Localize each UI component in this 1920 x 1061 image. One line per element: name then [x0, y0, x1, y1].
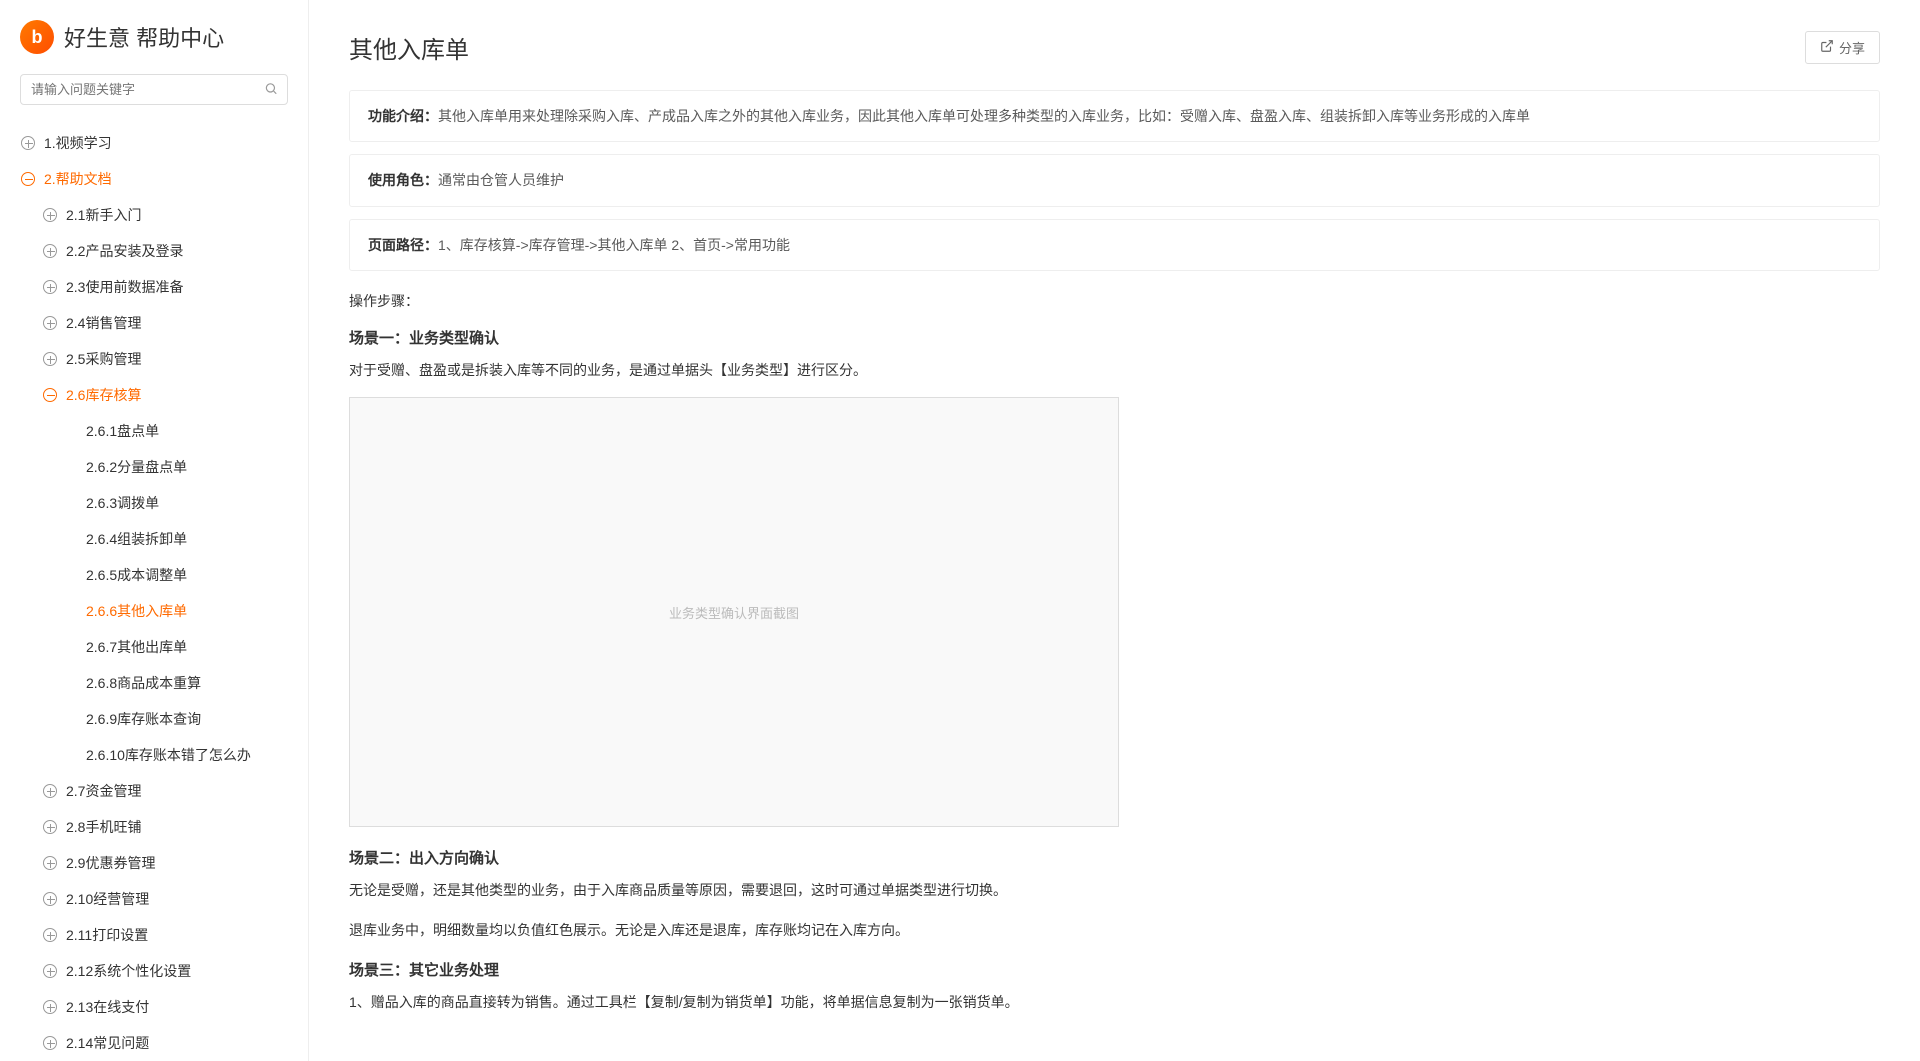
nav-item-label: 2.5采购管理	[66, 349, 141, 369]
nav-item[interactable]: 2.13在线支付	[20, 989, 308, 1025]
content-block: 操作步骤： 场景一：业务类型确认 对于受赠、盘盈或是拆装入库等不同的业务，是通过…	[349, 291, 1880, 1015]
search-icon[interactable]	[264, 81, 278, 98]
main-content: 其他入库单 分享 功能介绍：其他入库单用来处理除采购入库、产成品入库之外的其他入…	[309, 0, 1920, 1061]
intro-label: 功能介绍：	[368, 108, 438, 124]
nav-item[interactable]: 2.6.8商品成本重算	[20, 665, 308, 701]
collapse-icon	[42, 387, 58, 403]
expand-icon	[42, 279, 58, 295]
nav-item[interactable]: 2.11打印设置	[20, 917, 308, 953]
nav-item[interactable]: 2.14常见问题	[20, 1025, 308, 1061]
role-text: 通常由仓管人员维护	[438, 172, 564, 188]
nav-item-label: 2.4销售管理	[66, 313, 141, 333]
nav-item-label: 2.14常见问题	[66, 1033, 149, 1053]
nav-item-label: 2.7资金管理	[66, 781, 141, 801]
nav-item-label: 2.9优惠券管理	[66, 853, 155, 873]
nav-item[interactable]: 2.6.3调拨单	[20, 485, 308, 521]
screenshot-image: 业务类型确认界面截图	[349, 397, 1119, 827]
nav-item-label: 2.2产品安装及登录	[66, 241, 183, 261]
nav-item-label: 2.10经营管理	[66, 889, 149, 909]
steps-label: 操作步骤：	[349, 291, 1880, 311]
nav-item[interactable]: 2.4销售管理	[20, 305, 308, 341]
sidebar: b 好生意 帮助中心 1.视频学习 2.帮助文档 2.1新手入门 2.2产品安装及登录…	[0, 0, 309, 1061]
nav-item[interactable]: 2.6.6其他入库单	[20, 593, 308, 629]
nav-item[interactable]: 2.6库存核算	[20, 377, 308, 413]
nav-item[interactable]: 2.6.4组装拆卸单	[20, 521, 308, 557]
expand-icon	[42, 891, 58, 907]
nav-item[interactable]: 1.视频学习	[20, 125, 308, 161]
nav-item-label: 2.8手机旺铺	[66, 817, 141, 837]
nav-item[interactable]: 2.6.10库存账本错了怎么办	[20, 737, 308, 773]
expand-icon	[42, 963, 58, 979]
nav-item[interactable]: 2.6.7其他出库单	[20, 629, 308, 665]
expand-icon	[42, 855, 58, 871]
expand-icon	[42, 315, 58, 331]
share-label: 分享	[1839, 38, 1865, 57]
role-label: 使用角色：	[368, 172, 438, 188]
role-box: 使用角色：通常由仓管人员维护	[349, 154, 1880, 206]
nav-item[interactable]: 2.1新手入门	[20, 197, 308, 233]
expand-icon	[42, 351, 58, 367]
brand-logo-icon: b	[20, 20, 54, 54]
nav-item-label: 2.帮助文档	[44, 169, 112, 189]
nav-item-label: 2.13在线支付	[66, 997, 149, 1017]
expand-icon	[20, 135, 36, 151]
nav-item-label: 2.12系统个性化设置	[66, 961, 191, 981]
nav-item[interactable]: 2.6.9库存账本查询	[20, 701, 308, 737]
page-title: 其他入库单	[349, 30, 469, 65]
nav-item[interactable]: 2.12系统个性化设置	[20, 953, 308, 989]
search-box	[20, 74, 288, 105]
collapse-icon	[20, 171, 36, 187]
nav-item-label: 1.视频学习	[44, 133, 112, 153]
nav-item[interactable]: 2.7资金管理	[20, 773, 308, 809]
scene2-text2: 退库业务中，明细数量均以负值红色展示。无论是入库还是退库，库存账均记在入库方向。	[349, 918, 1880, 943]
nav-item[interactable]: 2.2产品安装及登录	[20, 233, 308, 269]
nav-item[interactable]: 2.6.5成本调整单	[20, 557, 308, 593]
share-button[interactable]: 分享	[1805, 31, 1880, 64]
search-input[interactable]	[20, 74, 288, 105]
nav-item[interactable]: 2.帮助文档	[20, 161, 308, 197]
intro-box: 功能介绍：其他入库单用来处理除采购入库、产成品入库之外的其他入库业务，因此其他入…	[349, 90, 1880, 142]
expand-icon	[42, 243, 58, 259]
title-row: 其他入库单 分享	[349, 30, 1880, 65]
scene1-title: 场景一：业务类型确认	[349, 327, 1880, 348]
expand-icon	[42, 999, 58, 1015]
share-icon	[1820, 39, 1834, 56]
brand-title: 好生意 帮助中心	[64, 21, 224, 53]
scene3-title: 场景三：其它业务处理	[349, 959, 1880, 980]
nav-item[interactable]: 2.9优惠券管理	[20, 845, 308, 881]
nav-item-label: 2.11打印设置	[66, 925, 148, 945]
expand-icon	[42, 819, 58, 835]
nav-item[interactable]: 2.6.2分量盘点单	[20, 449, 308, 485]
path-box: 页面路径：1、库存核算->库存管理->其他入库单 2、首页->常用功能	[349, 219, 1880, 271]
nav-item[interactable]: 2.10经营管理	[20, 881, 308, 917]
path-text: 1、库存核算->库存管理->其他入库单 2、首页->常用功能	[438, 237, 790, 253]
nav-item[interactable]: 2.5采购管理	[20, 341, 308, 377]
brand-row: b 好生意 帮助中心	[20, 20, 308, 54]
scene2-title: 场景二：出入方向确认	[349, 847, 1880, 868]
expand-icon	[42, 927, 58, 943]
nav-tree: 1.视频学习 2.帮助文档 2.1新手入门 2.2产品安装及登录 2.3使用前数据准备 2…	[20, 125, 308, 1061]
nav-item[interactable]: 2.3使用前数据准备	[20, 269, 308, 305]
nav-item[interactable]: 2.8手机旺铺	[20, 809, 308, 845]
scene2-text1: 无论是受赠，还是其他类型的业务，由于入库商品质量等原因，需要退回，这时可通过单据…	[349, 878, 1880, 903]
expand-icon	[42, 207, 58, 223]
scene1-text: 对于受赠、盘盈或是拆装入库等不同的业务，是通过单据头【业务类型】进行区分。	[349, 358, 1880, 383]
nav-item-label: 2.6库存核算	[66, 385, 141, 405]
nav-item-label: 2.3使用前数据准备	[66, 277, 183, 297]
scene3-text: 1、赠品入库的商品直接转为销售。通过工具栏【复制/复制为销货单】功能，将单据信息…	[349, 990, 1880, 1015]
nav-item[interactable]: 2.6.1盘点单	[20, 413, 308, 449]
path-label: 页面路径：	[368, 237, 438, 253]
expand-icon	[42, 1035, 58, 1051]
nav-item-label: 2.1新手入门	[66, 205, 141, 225]
intro-text: 其他入库单用来处理除采购入库、产成品入库之外的其他入库业务，因此其他入库单可处理…	[438, 108, 1530, 124]
expand-icon	[42, 783, 58, 799]
